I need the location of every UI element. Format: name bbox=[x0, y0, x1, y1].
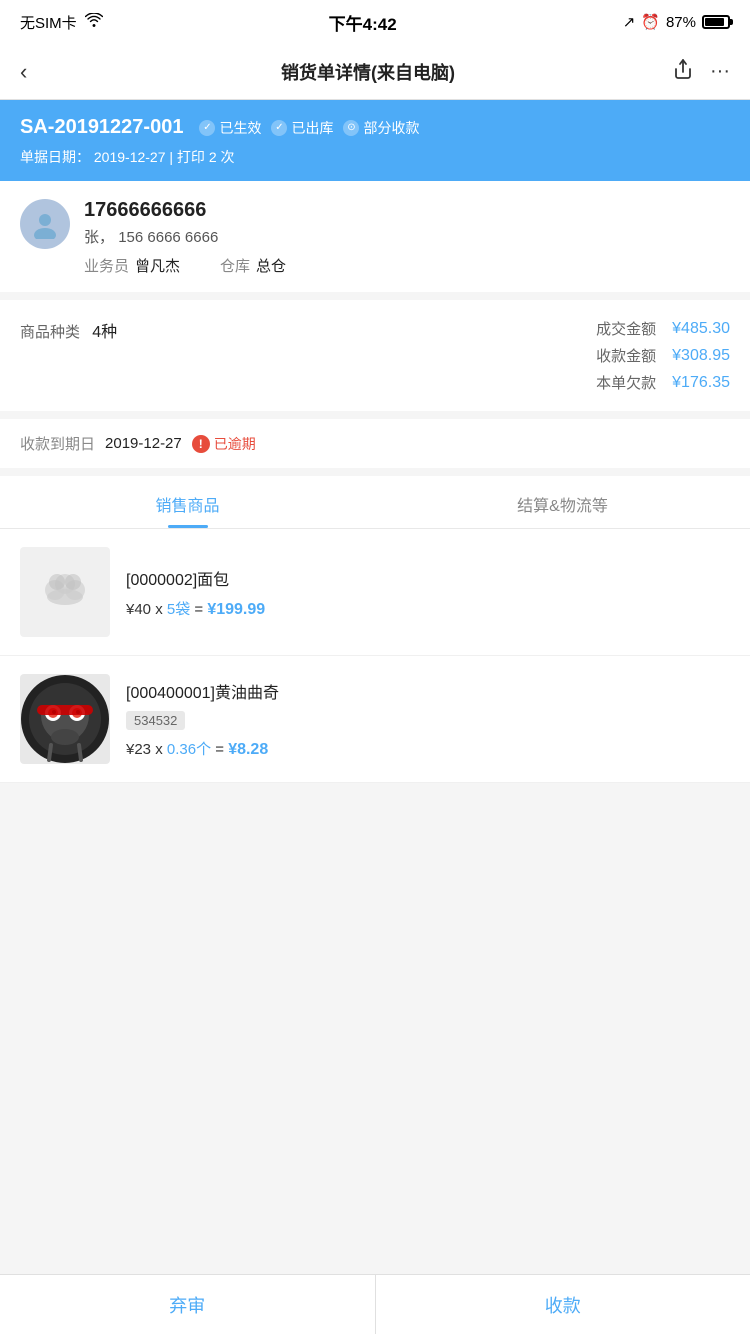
product-info-1: [0000002]面包 ¥40 x 5袋 = ¥199.99 bbox=[126, 566, 730, 619]
status-bar: 无SIM卡 下午4:42 ↗ ⏰ 87% bbox=[0, 0, 750, 44]
salesman-value: 曾凡杰 bbox=[135, 255, 180, 276]
print-separator: | 打印 bbox=[169, 149, 208, 165]
overdue-badge: ! 已逾期 bbox=[192, 434, 256, 454]
customer-info: 17666666666 张， 156 6666 6666 业务员 曾凡杰 仓库 … bbox=[84, 199, 730, 276]
order-header: SA-20191227-001 ✓ 已生效 ✓ 已出库 ⊙ 部分收款 单据日期：… bbox=[0, 100, 750, 181]
battery-icon bbox=[702, 15, 730, 29]
status-time: 下午4:42 bbox=[329, 10, 397, 35]
badge-shipped-label: 已出库 bbox=[291, 118, 333, 138]
wifi-icon bbox=[85, 13, 103, 31]
tab-sales-products[interactable]: 销售商品 bbox=[0, 476, 375, 528]
shipped-icon: ✓ bbox=[271, 120, 287, 136]
overdue-label: 已逾期 bbox=[214, 434, 256, 454]
summary-left: 商品种类 4种 bbox=[20, 318, 117, 344]
category-count: 4种 bbox=[92, 324, 117, 341]
battery-percent: 87% bbox=[666, 14, 696, 31]
badge-active-label: 已生效 bbox=[219, 118, 261, 138]
alarm-icon: ⏰ bbox=[641, 13, 660, 31]
amount-row: 成交金额 ¥485.30 bbox=[596, 318, 730, 339]
partial-icon: ⊙ bbox=[343, 120, 359, 136]
location-icon: ↗ bbox=[623, 13, 636, 31]
category-label: 商品种类 4种 bbox=[20, 318, 117, 342]
summary-right: 成交金额 ¥485.30 收款金额 ¥308.95 本单欠款 ¥176.35 bbox=[596, 318, 730, 393]
summary-section: 商品种类 4种 成交金额 ¥485.30 收款金额 ¥308.95 本单欠款 ¥… bbox=[0, 300, 750, 419]
product-info-2: [000400001]黄油曲奇 534532 ¥23 x 0.36个 = ¥8.… bbox=[126, 679, 730, 759]
due-date-value: 2019-12-27 bbox=[105, 435, 182, 452]
carrier-label: 无SIM卡 bbox=[20, 12, 77, 33]
list-item: [000400001]黄油曲奇 534532 ¥23 x 0.36个 = ¥8.… bbox=[0, 656, 750, 783]
customer-name: 张， bbox=[84, 229, 114, 246]
due-section: 收款到期日 2019-12-27 ! 已逾期 bbox=[0, 419, 750, 476]
nav-bar: ‹ 销货单详情(来自电脑) ··· bbox=[0, 44, 750, 100]
active-icon: ✓ bbox=[199, 120, 215, 136]
customer-phone-value: 156 6666 6666 bbox=[118, 229, 218, 246]
warehouse-item: 仓库 总仓 bbox=[220, 255, 286, 276]
bottom-bar: 弃审 收款 bbox=[0, 1274, 750, 1334]
more-button[interactable]: ··· bbox=[710, 60, 730, 83]
product-price-1: ¥40 x 5袋 = ¥199.99 bbox=[126, 598, 730, 619]
collected-label: 收款金额 bbox=[596, 345, 656, 366]
order-header-top: SA-20191227-001 ✓ 已生效 ✓ 已出库 ⊙ 部分收款 bbox=[20, 116, 730, 139]
salesman-label: 业务员 bbox=[84, 255, 129, 276]
badge-partial: ⊙ 部分收款 bbox=[343, 118, 419, 138]
amount-label: 成交金额 bbox=[596, 318, 656, 339]
tab-settlement-label: 结算&物流等 bbox=[517, 498, 608, 515]
product-list: [0000002]面包 ¥40 x 5袋 = ¥199.99 bbox=[0, 529, 750, 783]
status-badges: ✓ 已生效 ✓ 已出库 ⊙ 部分收款 bbox=[199, 118, 419, 138]
debt-value: ¥176.35 bbox=[672, 374, 730, 392]
badge-shipped: ✓ 已出库 bbox=[271, 118, 333, 138]
page-title: 销货单详情(来自电脑) bbox=[64, 59, 672, 85]
product-name-2: [000400001]黄油曲奇 bbox=[126, 679, 730, 703]
back-button[interactable]: ‹ bbox=[20, 59, 64, 85]
avatar bbox=[20, 199, 70, 249]
amount-value: ¥485.30 bbox=[672, 320, 730, 338]
collected-row: 收款金额 ¥308.95 bbox=[596, 345, 730, 366]
badge-partial-label: 部分收款 bbox=[363, 118, 419, 138]
customer-id: 17666666666 bbox=[84, 199, 730, 222]
order-number: SA-20191227-001 bbox=[20, 116, 183, 139]
collect-button[interactable]: 收款 bbox=[376, 1275, 750, 1334]
debt-row: 本单欠款 ¥176.35 bbox=[596, 372, 730, 393]
tabs-section: 销售商品 结算&物流等 bbox=[0, 476, 750, 529]
warehouse-value: 总仓 bbox=[256, 255, 286, 276]
product-price-2: ¥23 x 0.36个 = ¥8.28 bbox=[126, 738, 730, 759]
due-label: 收款到期日 bbox=[20, 433, 95, 454]
overdue-icon: ! bbox=[192, 435, 210, 453]
collected-value: ¥308.95 bbox=[672, 347, 730, 365]
print-unit: 次 bbox=[221, 149, 235, 165]
salesman-item: 业务员 曾凡杰 bbox=[84, 255, 180, 276]
product-image-2 bbox=[20, 674, 110, 764]
badge-active: ✓ 已生效 bbox=[199, 118, 261, 138]
product-batch-2: 534532 bbox=[126, 711, 185, 730]
list-item: [0000002]面包 ¥40 x 5袋 = ¥199.99 bbox=[0, 529, 750, 656]
customer-name-phone: 张， 156 6666 6666 bbox=[84, 226, 730, 247]
order-date-value: 2019-12-27 bbox=[94, 149, 166, 165]
tab-sales-label: 销售商品 bbox=[155, 498, 219, 515]
nav-actions: ··· bbox=[672, 58, 730, 86]
customer-meta: 业务员 曾凡杰 仓库 总仓 bbox=[84, 255, 730, 276]
tab-settlement[interactable]: 结算&物流等 bbox=[375, 476, 750, 528]
print-count: 2 bbox=[209, 149, 217, 165]
cancel-review-button[interactable]: 弃审 bbox=[0, 1275, 376, 1334]
date-label: 单据日期： bbox=[20, 149, 90, 165]
order-date: 单据日期： 2019-12-27 | 打印 2 次 bbox=[20, 147, 730, 167]
customer-section: 17666666666 张， 156 6666 6666 业务员 曾凡杰 仓库 … bbox=[0, 181, 750, 300]
share-button[interactable] bbox=[672, 58, 694, 86]
product-name-1: [0000002]面包 bbox=[126, 566, 730, 590]
status-right: ↗ ⏰ 87% bbox=[623, 13, 730, 31]
debt-label: 本单欠款 bbox=[596, 372, 656, 393]
warehouse-label: 仓库 bbox=[220, 255, 250, 276]
status-left: 无SIM卡 bbox=[20, 12, 103, 33]
product-image-1 bbox=[20, 547, 110, 637]
